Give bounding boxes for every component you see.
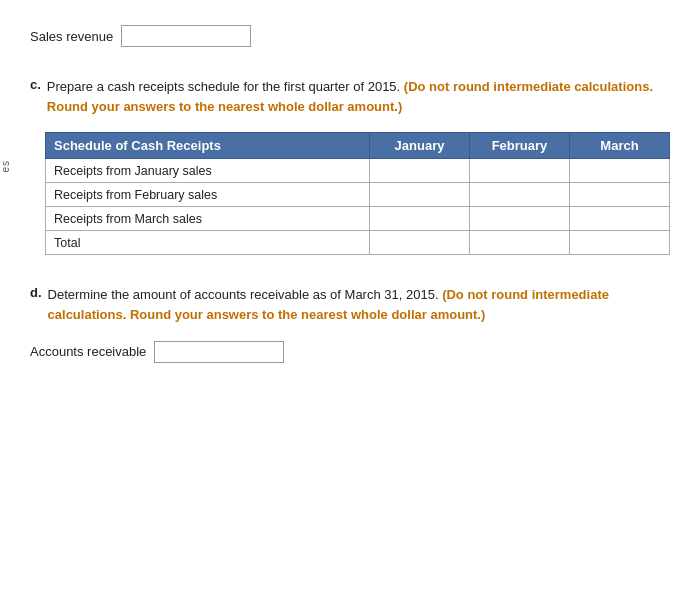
feb-sales-feb-input[interactable]	[470, 183, 570, 207]
col-header-january: January	[370, 133, 470, 159]
total-mar-field[interactable]	[570, 231, 669, 254]
feb-sales-mar-field[interactable]	[570, 183, 669, 206]
accounts-receivable-label: Accounts receivable	[30, 344, 146, 359]
sales-revenue-label: Sales revenue	[30, 29, 113, 44]
table-row: Receipts from February sales	[46, 183, 670, 207]
section-d-text-normal: Determine the amount of accounts receiva…	[48, 287, 443, 302]
jan-sales-feb-field[interactable]	[470, 159, 569, 182]
jan-sales-jan-field[interactable]	[370, 159, 469, 182]
col-header-february: February	[470, 133, 570, 159]
table-row: Receipts from March sales	[46, 207, 670, 231]
row-label-february-sales: Receipts from February sales	[46, 183, 370, 207]
col-header-march: March	[570, 133, 670, 159]
jan-sales-mar-field[interactable]	[570, 159, 669, 182]
total-jan-input[interactable]	[370, 231, 470, 255]
accounts-receivable-section: Accounts receivable	[30, 341, 670, 363]
section-c: c. Prepare a cash receipts schedule for …	[30, 77, 670, 255]
feb-sales-mar-input[interactable]	[570, 183, 670, 207]
section-d-text: Determine the amount of accounts receiva…	[48, 285, 670, 325]
row-label-total: Total	[46, 231, 370, 255]
section-c-header: c. Prepare a cash receipts schedule for …	[30, 77, 670, 117]
feb-sales-jan-input[interactable]	[370, 183, 470, 207]
mar-sales-feb-input[interactable]	[470, 207, 570, 231]
section-d-letter: d.	[30, 285, 42, 300]
side-tab: es	[0, 160, 10, 173]
accounts-receivable-input[interactable]	[154, 341, 284, 363]
section-d: d. Determine the amount of accounts rece…	[30, 285, 670, 362]
mar-sales-feb-field[interactable]	[470, 207, 569, 230]
mar-sales-jan-field[interactable]	[370, 207, 469, 230]
table-row-total: Total	[46, 231, 670, 255]
jan-sales-mar-input[interactable]	[570, 159, 670, 183]
section-c-text-normal: Prepare a cash receipts schedule for the…	[47, 79, 404, 94]
total-mar-input[interactable]	[570, 231, 670, 255]
jan-sales-feb-input[interactable]	[470, 159, 570, 183]
mar-sales-jan-input[interactable]	[370, 207, 470, 231]
total-feb-field[interactable]	[470, 231, 569, 254]
row-label-january-sales: Receipts from January sales	[46, 159, 370, 183]
row-label-march-sales: Receipts from March sales	[46, 207, 370, 231]
table-row: Receipts from January sales	[46, 159, 670, 183]
cash-receipts-table: Schedule of Cash Receipts January Februa…	[45, 132, 670, 255]
section-d-header: d. Determine the amount of accounts rece…	[30, 285, 670, 325]
mar-sales-mar-input[interactable]	[570, 207, 670, 231]
feb-sales-jan-field[interactable]	[370, 183, 469, 206]
sales-revenue-section: Sales revenue	[30, 25, 670, 47]
col-header-label: Schedule of Cash Receipts	[46, 133, 370, 159]
total-jan-field[interactable]	[370, 231, 469, 254]
total-feb-input[interactable]	[470, 231, 570, 255]
mar-sales-mar-field[interactable]	[570, 207, 669, 230]
jan-sales-jan-input[interactable]	[370, 159, 470, 183]
feb-sales-feb-field[interactable]	[470, 183, 569, 206]
section-c-text: Prepare a cash receipts schedule for the…	[47, 77, 670, 117]
section-c-letter: c.	[30, 77, 41, 92]
sales-revenue-input[interactable]	[121, 25, 251, 47]
